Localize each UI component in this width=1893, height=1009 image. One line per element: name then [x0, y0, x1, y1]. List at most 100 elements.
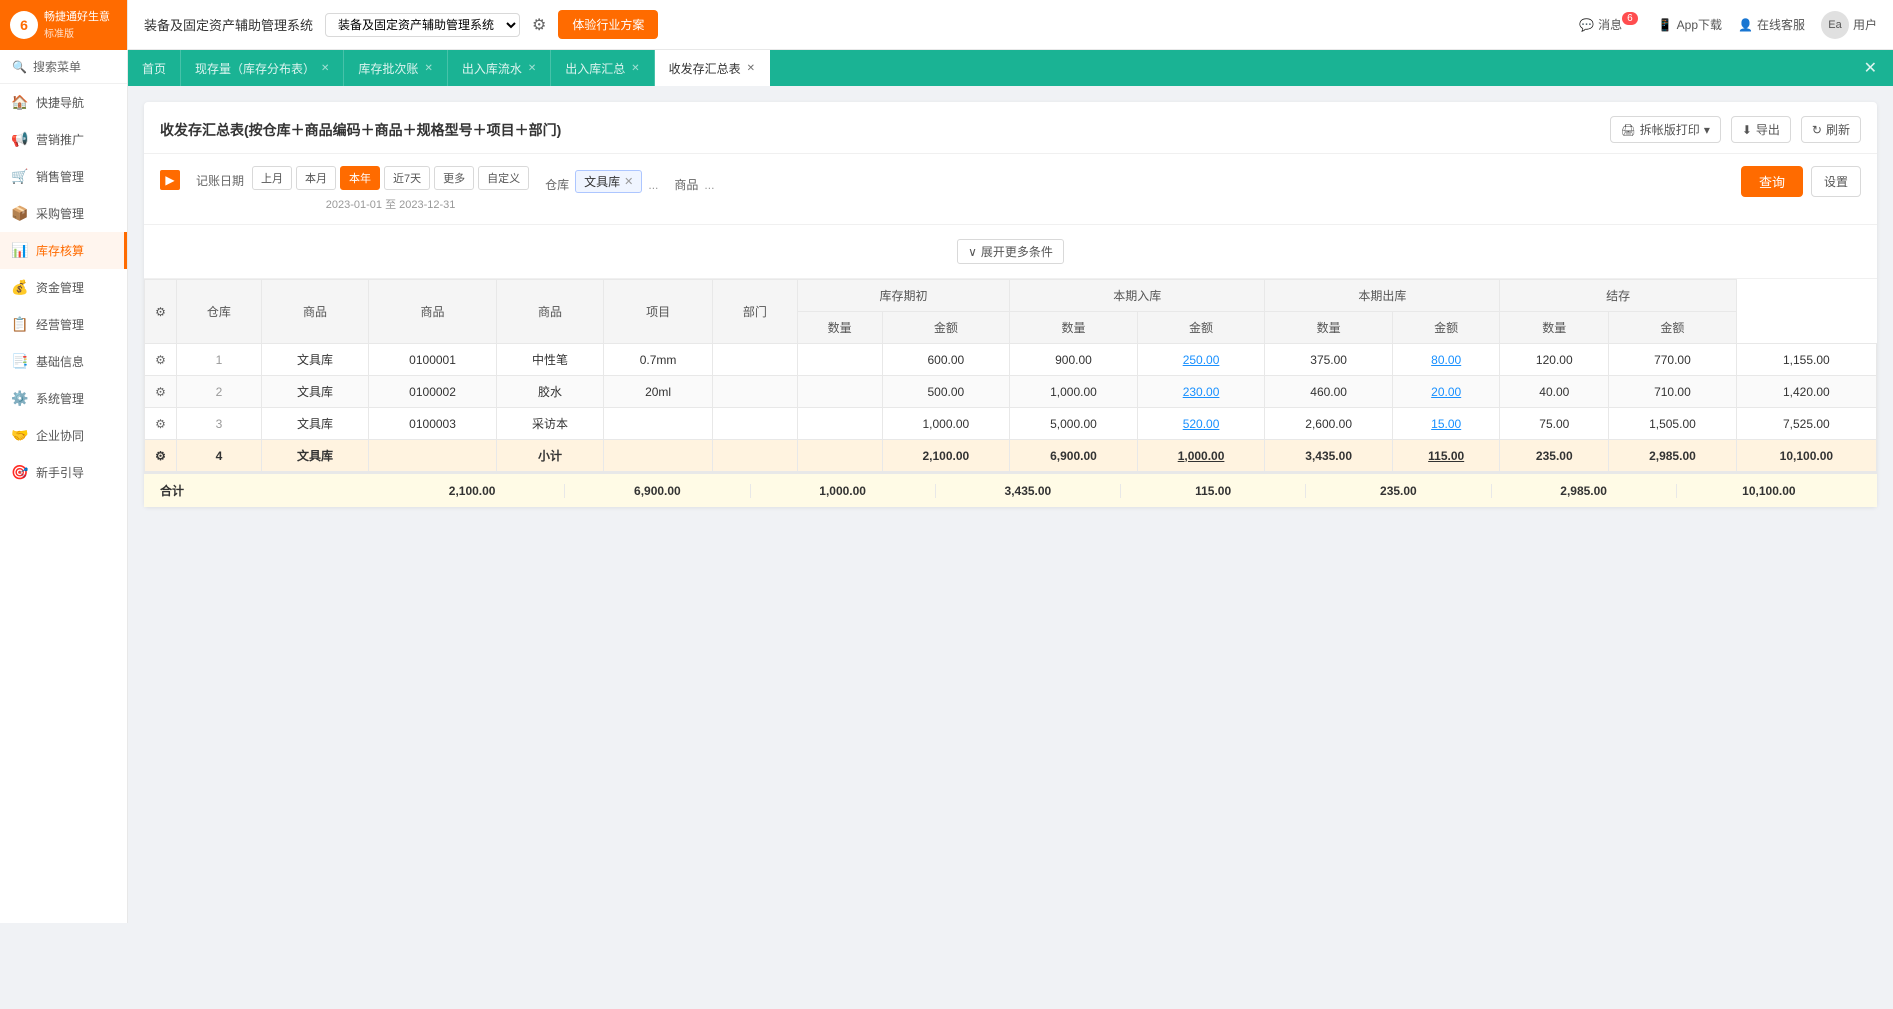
- date-btn-last-month[interactable]: 上月: [252, 166, 292, 190]
- tab-batch-label: 库存批次账: [358, 60, 418, 77]
- col-settings-header[interactable]: ⚙: [145, 280, 177, 344]
- message-button[interactable]: 💬 消息 6: [1579, 16, 1642, 33]
- settings-icon[interactable]: ⚙: [532, 15, 546, 35]
- tab-batch[interactable]: 库存批次账 ✕: [344, 50, 447, 86]
- row-project-2: [712, 408, 797, 440]
- date-filter-group: 记账日期 上月 本月 本年 近7天 更多 自定义 2023-01-01 至 20…: [196, 166, 529, 212]
- col-balance-header: 结存: [1500, 280, 1736, 312]
- sidebar-header: 6 畅捷通好生意 标准版: [0, 0, 127, 50]
- subtotal-bal-qty: 2,985.00: [1609, 440, 1737, 472]
- sidebar-item-business[interactable]: 📋 经营管理: [0, 306, 127, 343]
- subtotal-gear[interactable]: ⚙: [145, 440, 177, 472]
- sidebar-item-inventory[interactable]: 📊 库存核算: [0, 232, 127, 269]
- purchase-icon: 📦: [12, 206, 28, 222]
- tab-inventory-dist-close[interactable]: ✕: [321, 63, 329, 74]
- sidebar-label-quick-nav: 快捷导航: [36, 94, 84, 111]
- app-download-button[interactable]: 📱 App下载: [1658, 16, 1722, 33]
- tab-recv-send[interactable]: 收发存汇总表 ✕: [655, 50, 770, 86]
- row-spec-2: [604, 408, 713, 440]
- tab-recv-send-close[interactable]: ✕: [747, 63, 755, 74]
- row-gear-0[interactable]: ⚙: [145, 344, 177, 376]
- filter-toggle-button[interactable]: ▶: [160, 170, 180, 190]
- sidebar-label-basic: 基础信息: [36, 353, 84, 370]
- col-spec-header: 商品: [496, 280, 603, 344]
- tab-summary-close[interactable]: ✕: [631, 63, 639, 74]
- subtotal-name: 小计: [496, 440, 603, 472]
- sidebar-label-business: 经营管理: [36, 316, 84, 333]
- row-in-qty-0[interactable]: 250.00: [1137, 344, 1265, 376]
- row-dept-0: [797, 344, 882, 376]
- col-project-header: 项目: [604, 280, 713, 344]
- subtotal-in-qty[interactable]: 1,000.00: [1137, 440, 1265, 472]
- col-inv-start-header: 库存期初: [797, 280, 1009, 312]
- sidebar-label-inventory: 库存核算: [36, 242, 84, 259]
- refresh-label: 刷新: [1826, 121, 1850, 138]
- tab-flow-close[interactable]: ✕: [528, 63, 536, 74]
- message-badge: 6: [1622, 12, 1638, 25]
- sidebar-item-system[interactable]: ⚙️ 系统管理: [0, 380, 127, 417]
- filter-settings-button[interactable]: 设置: [1811, 166, 1861, 197]
- printer-icon: 🖨: [1621, 123, 1636, 137]
- date-btn-custom[interactable]: 自定义: [478, 166, 529, 190]
- trial-button[interactable]: 体验行业方案: [558, 10, 658, 39]
- sidebar-item-finance[interactable]: 💰 资金管理: [0, 269, 127, 306]
- date-btn-7days[interactable]: 近7天: [384, 166, 430, 190]
- goods-filter-label: 商品: [674, 170, 698, 193]
- tab-batch-close[interactable]: ✕: [424, 63, 432, 74]
- total-values: 2,100.00 6,900.00 1,000.00 3,435.00 115.…: [380, 484, 1861, 498]
- tab-summary[interactable]: 出入库汇总 ✕: [551, 50, 654, 86]
- app-logo: 6: [10, 11, 38, 39]
- subtotal-out-qty[interactable]: 115.00: [1392, 440, 1499, 472]
- topbar-left: 装备及固定资产辅助管理系统 装备及固定资产辅助管理系统 ⚙ 体验行业方案: [144, 10, 658, 39]
- row-in-qty-1[interactable]: 230.00: [1137, 376, 1265, 408]
- date-btn-this-month[interactable]: 本月: [296, 166, 336, 190]
- system-selector[interactable]: 装备及固定资产辅助管理系统: [325, 13, 520, 37]
- warehouse-more[interactable]: ...: [648, 172, 658, 192]
- app-download-label: App下载: [1677, 16, 1722, 33]
- sidebar-item-marketing[interactable]: 📢 营销推广: [0, 121, 127, 158]
- tab-summary-label: 出入库汇总: [565, 60, 625, 77]
- sidebar-item-basic[interactable]: 📑 基础信息: [0, 343, 127, 380]
- tab-home[interactable]: 首页: [128, 50, 181, 86]
- date-btn-more[interactable]: 更多: [434, 166, 474, 190]
- user-menu[interactable]: Ea 用户: [1821, 11, 1877, 39]
- sidebar-item-sales[interactable]: 🛒 销售管理: [0, 158, 127, 195]
- sidebar-item-guide[interactable]: 🎯 新手引导: [0, 454, 127, 491]
- refresh-button[interactable]: ↻ 刷新: [1801, 116, 1861, 143]
- row-bal-amt-1: 1,420.00: [1736, 376, 1876, 408]
- row-in-qty-2[interactable]: 520.00: [1137, 408, 1265, 440]
- content-card: 收发存汇总表(按仓库＋商品编码＋商品＋规格型号＋项目＋部门) 🖨 拆帐版打印 ▾…: [144, 102, 1877, 507]
- online-service-button[interactable]: 👤 在线客服: [1738, 16, 1805, 33]
- query-button[interactable]: 查询: [1741, 166, 1803, 197]
- subtotal-inv-qty: 2,100.00: [882, 440, 1010, 472]
- print-button[interactable]: 🖨 拆帐版打印 ▾: [1610, 116, 1721, 143]
- tab-inventory-dist[interactable]: 现存量（库存分布表） ✕: [181, 50, 344, 86]
- sidebar-item-quick-nav[interactable]: 🏠 快捷导航: [0, 84, 127, 121]
- date-buttons: 上月 本月 本年 近7天 更多 自定义 2023-01-01 至 2023-12…: [252, 166, 529, 212]
- warehouse-tag-close[interactable]: ✕: [624, 175, 633, 188]
- date-btn-this-year[interactable]: 本年: [340, 166, 380, 190]
- row-out-qty-2[interactable]: 15.00: [1392, 408, 1499, 440]
- tab-recv-send-label: 收发存汇总表: [669, 60, 741, 77]
- row-out-amt-2: 75.00: [1500, 408, 1609, 440]
- page-title: 收发存汇总表(按仓库＋商品编码＋商品＋规格型号＋项目＋部门): [160, 120, 561, 140]
- sidebar-item-search[interactable]: 🔍 搜索菜单: [0, 50, 127, 84]
- row-gear-2[interactable]: ⚙: [145, 408, 177, 440]
- sidebar-label-finance: 资金管理: [36, 279, 84, 296]
- export-button[interactable]: ⬇ 导出: [1731, 116, 1791, 143]
- row-out-qty-0[interactable]: 80.00: [1392, 344, 1499, 376]
- col-in-qty-header: 数量: [1010, 312, 1138, 344]
- goods-more[interactable]: ...: [704, 172, 714, 192]
- print-label: 拆帐版打印: [1640, 121, 1700, 138]
- tab-flow[interactable]: 出入库流水 ✕: [448, 50, 551, 86]
- expand-conditions-button[interactable]: ∨ 展开更多条件: [957, 239, 1064, 264]
- tabbar-close-all[interactable]: ✕: [1848, 58, 1893, 78]
- row-gear-1[interactable]: ⚙: [145, 376, 177, 408]
- guide-icon: 🎯: [12, 465, 28, 481]
- row-in-amt-0: 375.00: [1265, 344, 1393, 376]
- data-table-wrapper: ⚙ 仓库 商品 商品 商品 项目 部门 库存期初 本期入库 本期出库 结存 数量: [144, 279, 1877, 472]
- total-bal-amt: 10,100.00: [1677, 484, 1861, 498]
- sidebar-item-purchase[interactable]: 📦 采购管理: [0, 195, 127, 232]
- row-out-qty-1[interactable]: 20.00: [1392, 376, 1499, 408]
- sidebar-item-coop[interactable]: 🤝 企业协同: [0, 417, 127, 454]
